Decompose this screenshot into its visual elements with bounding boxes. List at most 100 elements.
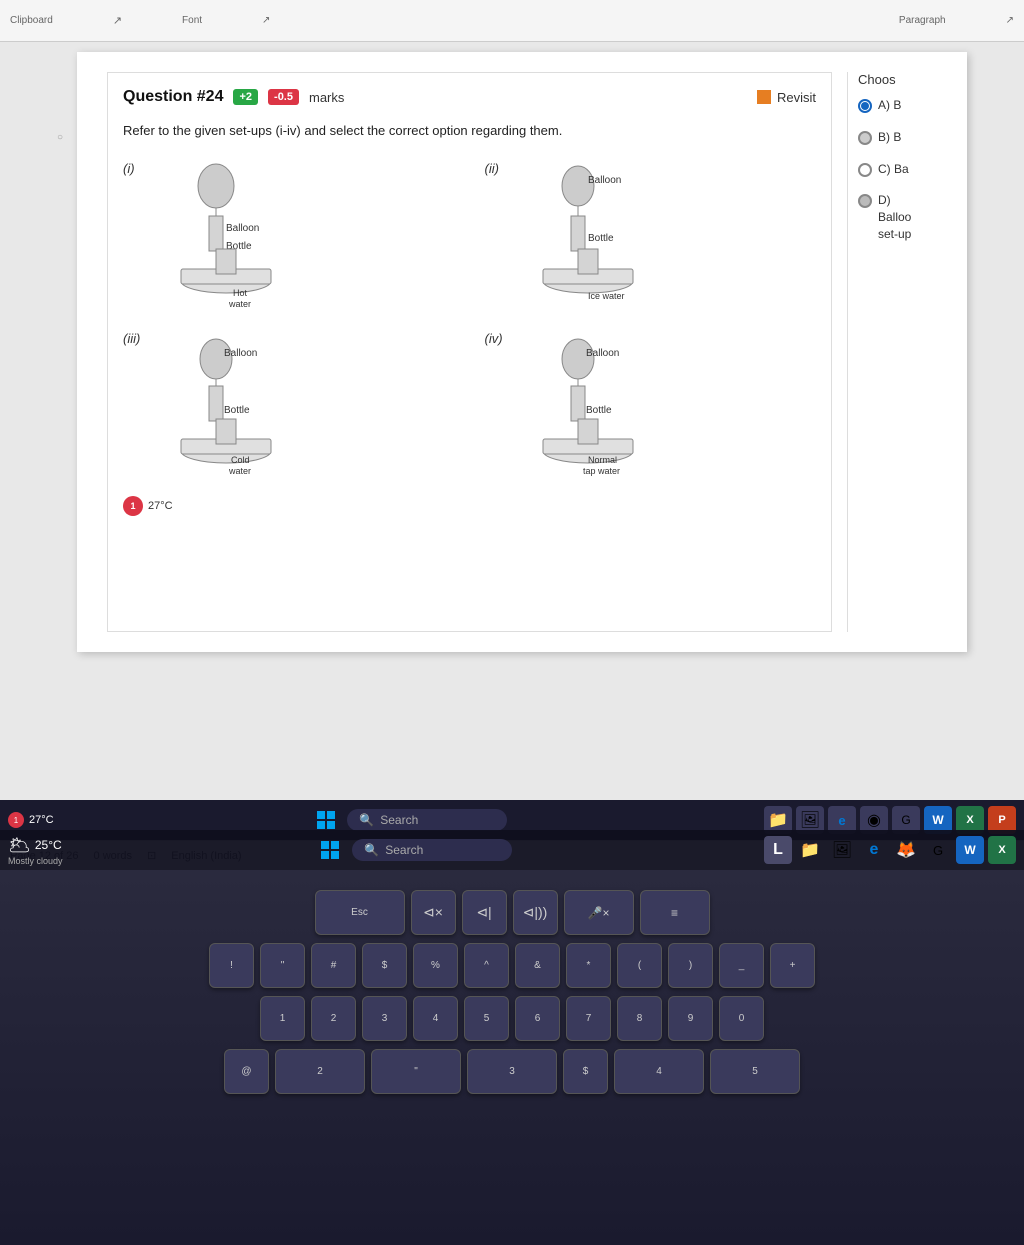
key-sym-1[interactable]: !: [209, 943, 254, 988]
key-sym-3[interactable]: #: [311, 943, 356, 988]
radio-d[interactable]: [858, 194, 872, 208]
key-sym-4[interactable]: $: [362, 943, 407, 988]
main-taskbar-center: 🔍 Search: [314, 834, 512, 866]
key-vol-up[interactable]: ⊲|)): [513, 890, 558, 935]
key-esc[interactable]: Esc: [315, 890, 405, 935]
revisit-button[interactable]: Revisit: [757, 90, 816, 105]
option-d[interactable]: D)Ballooset-up: [858, 192, 937, 242]
radio-b[interactable]: [858, 131, 872, 145]
key-plus-label: +: [790, 960, 796, 971]
key-sym-0[interactable]: ): [668, 943, 713, 988]
clipboard-label: Clipboard: [10, 15, 53, 26]
key-sym-9-label: (: [638, 960, 641, 971]
radio-c[interactable]: [858, 163, 872, 177]
main-icon-photos[interactable]: 🖼: [828, 836, 856, 864]
key-1[interactable]: 1: [260, 996, 305, 1041]
left-margin-indicator: ○: [57, 52, 77, 143]
key-sym-1-label: !: [230, 960, 233, 971]
font-label: Font: [182, 15, 202, 26]
main-icon-excel[interactable]: X: [988, 836, 1016, 864]
ribbon-expand-paragraph[interactable]: ↗: [1006, 15, 1014, 26]
key-4b[interactable]: 4: [614, 1049, 704, 1094]
key-dollar[interactable]: $: [563, 1049, 608, 1094]
key-sym-9[interactable]: (: [617, 943, 662, 988]
win-sq3: [321, 851, 329, 859]
key-underscore-label: _: [739, 960, 745, 971]
main-icon-files[interactable]: 📁: [796, 836, 824, 864]
key-sym-2-label: ": [281, 960, 285, 971]
key-2-label: 2: [331, 1013, 337, 1024]
key-5b[interactable]: 5: [710, 1049, 800, 1094]
ribbon-expand-font[interactable]: ↗: [262, 15, 270, 26]
key-3[interactable]: 3: [362, 996, 407, 1041]
revisit-label: Revisit: [777, 90, 816, 105]
key-5b-label: 5: [752, 1066, 758, 1077]
key-sym-6[interactable]: ^: [464, 943, 509, 988]
key-5[interactable]: 5: [464, 996, 509, 1041]
key-sym-2[interactable]: ": [260, 943, 305, 988]
svg-text:Bottle: Bottle: [586, 405, 612, 416]
win-square-3: [317, 821, 325, 829]
main-windows-button[interactable]: [314, 834, 346, 866]
ribbon-icon-clipboard: ↗: [113, 14, 122, 27]
key-at[interactable]: @: [224, 1049, 269, 1094]
marks-text: marks: [309, 90, 344, 105]
embedded-search-box[interactable]: 🔍 Search: [347, 809, 507, 831]
key-sym-0-label: ): [689, 960, 692, 971]
svg-text:Bottle: Bottle: [224, 405, 250, 416]
key-4b-label: 4: [656, 1066, 662, 1077]
main-icon-firefox[interactable]: 🦊: [892, 836, 920, 864]
diagram-ii-figure: Balloon Bottle Ice water: [523, 161, 653, 311]
key-mic[interactable]: 🎤×: [564, 890, 634, 935]
temp-value: 27°C: [148, 500, 173, 512]
key-0[interactable]: 0: [719, 996, 764, 1041]
screen: Clipboard ↗ Font ↗ Paragraph ↗ ○ Questio…: [0, 0, 1024, 870]
key-esc-label: Esc: [351, 907, 368, 918]
key-9[interactable]: 9: [668, 996, 713, 1041]
option-c[interactable]: C) Ba: [858, 161, 937, 178]
key-6[interactable]: 6: [515, 996, 560, 1041]
option-b-text: B) B: [878, 129, 901, 146]
embedded-search-icon: 🔍: [359, 813, 374, 827]
main-search-box[interactable]: 🔍 Search: [352, 839, 512, 861]
main-icon-edge[interactable]: e: [860, 836, 888, 864]
key-2b-label: 2: [317, 1066, 323, 1077]
key-sym-5[interactable]: %: [413, 943, 458, 988]
svg-text:Balloon: Balloon: [224, 348, 257, 359]
key-sym-7[interactable]: &: [515, 943, 560, 988]
key-6-label: 6: [535, 1013, 541, 1024]
font-group: Font: [182, 15, 202, 26]
key-screen[interactable]: ≡: [640, 890, 710, 935]
radio-a[interactable]: [858, 99, 872, 113]
key-vol-down[interactable]: ⊲|: [462, 890, 507, 935]
main-weather-row: 🌥 25°C: [8, 835, 63, 856]
svg-text:Normal: Normal: [588, 455, 617, 465]
key-3b[interactable]: 3: [467, 1049, 557, 1094]
key-hash[interactable]: ": [371, 1049, 461, 1094]
key-8[interactable]: 8: [617, 996, 662, 1041]
svg-text:tap water: tap water: [583, 466, 620, 476]
question-content: Question #24 +2 -0.5 marks Revisit Refer…: [107, 72, 832, 632]
key-1-label: 1: [280, 1013, 286, 1024]
key-plus[interactable]: +: [770, 943, 815, 988]
key-2[interactable]: 2: [311, 996, 356, 1041]
main-search-text: Search: [385, 843, 423, 857]
diagram-ii: (ii) Balloon Bottle: [485, 161, 817, 311]
revisit-icon: [757, 90, 771, 104]
key-underscore[interactable]: _: [719, 943, 764, 988]
keyboard-fn-row: Esc ⊲× ⊲| ⊲|)) 🎤× ≡: [315, 890, 710, 935]
key-sym-8[interactable]: *: [566, 943, 611, 988]
option-b[interactable]: B) B: [858, 129, 937, 146]
key-hash-label: ": [414, 1066, 418, 1077]
diagram-ii-label: (ii): [485, 161, 515, 176]
key-at-label: @: [241, 1066, 251, 1077]
main-icon-word[interactable]: W: [956, 836, 984, 864]
option-a[interactable]: A) B: [858, 97, 937, 114]
key-7[interactable]: 7: [566, 996, 611, 1041]
key-mute-icon[interactable]: ⊲×: [411, 890, 456, 935]
main-icon-gcircle[interactable]: G: [924, 836, 952, 864]
key-2b[interactable]: 2: [275, 1049, 365, 1094]
key-4[interactable]: 4: [413, 996, 458, 1041]
main-icon-l[interactable]: L: [764, 836, 792, 864]
question-text: Refer to the given set-ups (i-iv) and se…: [123, 121, 816, 141]
